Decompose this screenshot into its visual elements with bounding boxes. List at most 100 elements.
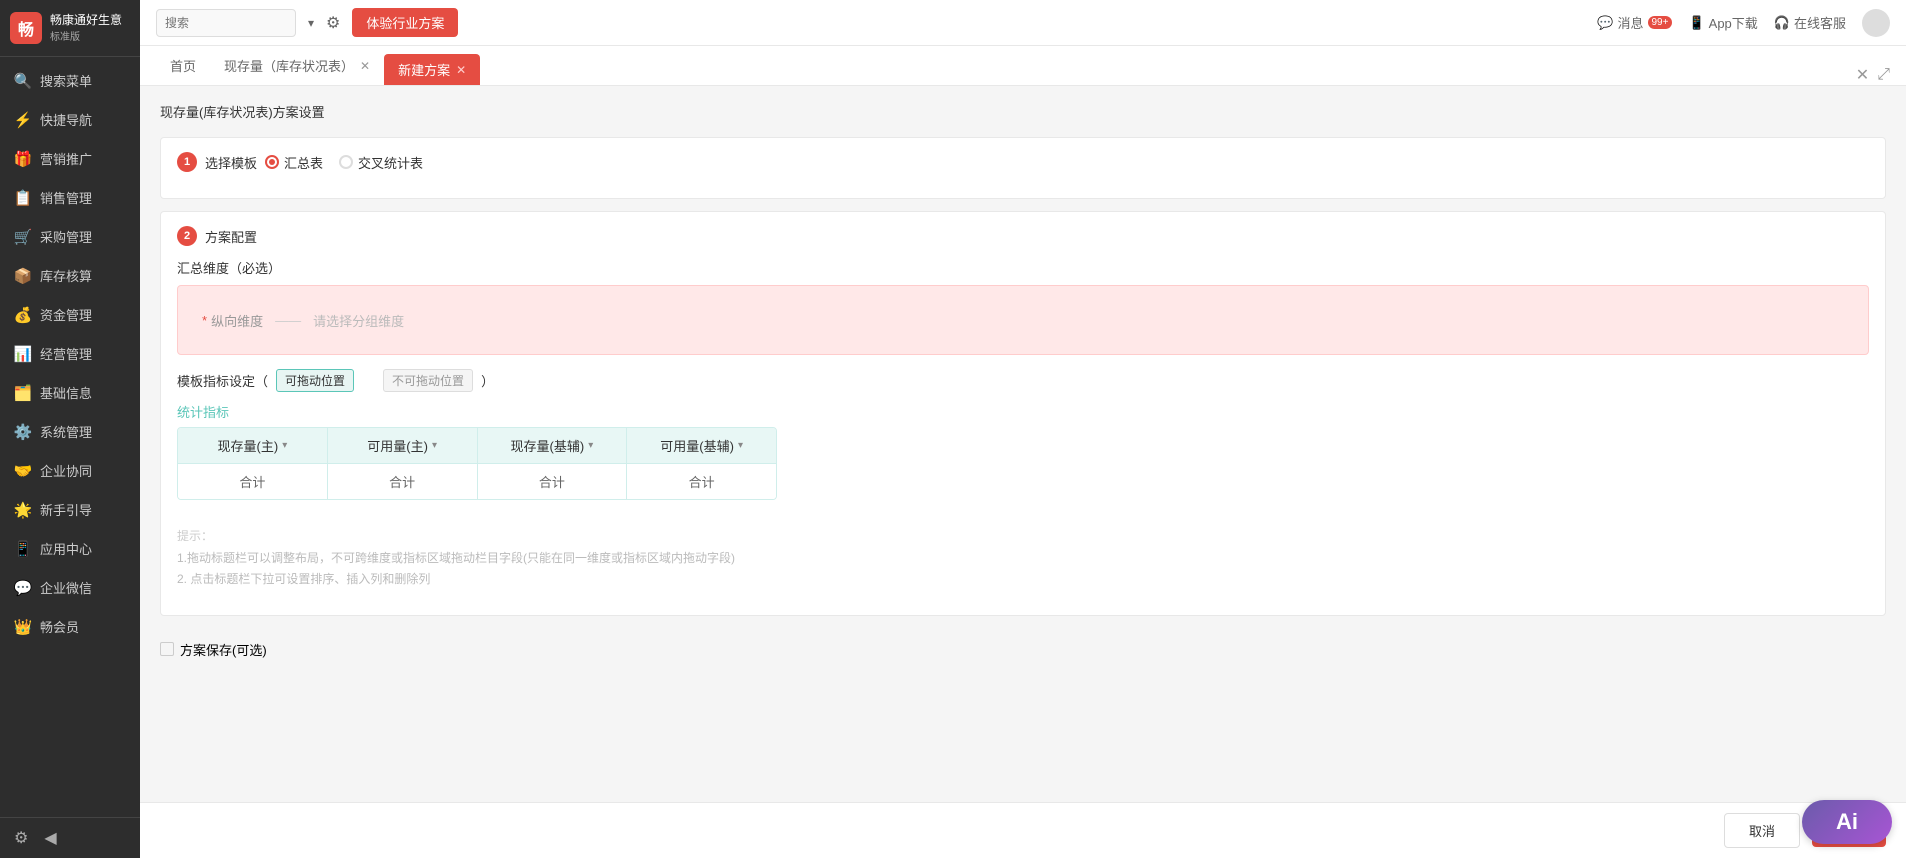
new-guide-icon: 🌟 [14, 501, 32, 519]
online-service-button[interactable]: 🎧 在线客服 [1774, 13, 1846, 32]
step1-title: 选择模板 [205, 153, 257, 172]
tab-new-scheme[interactable]: 新建方案 ✕ [384, 54, 480, 85]
tip-item-1: 2. 点击标题栏下拉可设置排序、插入列和删除列 [177, 569, 1869, 591]
volume-bottom-icon[interactable]: ◀ [44, 828, 56, 848]
draggable-badge: 可拖动位置 [276, 369, 354, 392]
save-row: 方案保存(可选) [160, 628, 1886, 671]
radio-cross-dot [339, 155, 353, 169]
tab-inventory-status[interactable]: 现存量（库存状况表） ✕ [210, 48, 384, 85]
window-close-icon[interactable]: ✕ [1856, 65, 1869, 85]
messages-button[interactable]: 💬 消息 99+ [1597, 13, 1672, 32]
phone-icon: 📱 [1688, 15, 1704, 31]
gear-icon[interactable]: ⚙ [326, 13, 340, 33]
tab-inventory-status-label: 现存量（库存状况表） [224, 56, 354, 75]
indicator-label-prefix: 模板指标设定（ [177, 371, 268, 390]
tab-home-label: 首页 [170, 56, 196, 75]
sidebar-item-finance[interactable]: 💰 资金管理 [0, 295, 140, 334]
sidebar-item-new-guide[interactable]: 🌟 新手引导 [0, 490, 140, 529]
messages-label: 消息 [1617, 13, 1643, 32]
tabs-bar: 首页 现存量（库存状况表） ✕ 新建方案 ✕ ✕ ⤢ [140, 46, 1906, 86]
dimension-area[interactable]: * 纵向维度 —— 请选择分组维度 [177, 285, 1869, 355]
user-avatar[interactable] [1862, 9, 1890, 37]
step1-section: 1 选择模板 汇总表 交叉统计表 [160, 137, 1886, 199]
page-content: 现存量(库存状况表)方案设置 1 选择模板 汇总表 交叉统计表 [140, 86, 1906, 802]
stats-cell-3: 合计 [627, 464, 776, 499]
sidebar-item-label: 经营管理 [40, 344, 92, 363]
sidebar-item-basic-info[interactable]: 🗂️ 基础信息 [0, 373, 140, 412]
stats-col-3[interactable]: 可用量(基辅) ▾ [627, 428, 776, 463]
trial-button[interactable]: 体验行业方案 [352, 8, 458, 37]
sidebar-item-system[interactable]: ⚙️ 系统管理 [0, 412, 140, 451]
sidebar-item-label: 系统管理 [40, 422, 92, 441]
step1-header: 1 选择模板 汇总表 交叉统计表 [177, 152, 1869, 172]
tip-item-0: 1.拖动标题栏可以调整布局，不可跨维度或指标区域拖动栏目字段(只能在同一维度或指… [177, 548, 1869, 570]
headset-icon: 🎧 [1774, 15, 1790, 31]
app-download-button[interactable]: 📱 App下载 [1688, 13, 1757, 32]
membership-icon: 👑 [14, 618, 32, 636]
sidebar-item-marketing[interactable]: 🎁 营销推广 [0, 139, 140, 178]
search-input[interactable] [156, 9, 296, 37]
sidebar-item-label: 搜索菜单 [40, 71, 92, 90]
tips-section: 提示： 1.拖动标题栏可以调整布局，不可跨维度或指标区域拖动栏目字段(只能在同一… [177, 516, 1869, 601]
stats-cell-2: 合计 [478, 464, 628, 499]
marketing-icon: 🎁 [14, 150, 32, 168]
sidebar-item-label: 资金管理 [40, 305, 92, 324]
bottom-bar: 取消 查询 [140, 802, 1906, 858]
sidebar-item-purchase[interactable]: 🛒 采购管理 [0, 217, 140, 256]
summary-dimension-label: 汇总维度（必选） [177, 258, 1869, 277]
main-area: ▾ ⚙ 体验行业方案 💬 消息 99+ 📱 App下载 🎧 在线客服 首页 [140, 0, 1906, 858]
sidebar-item-label: 企业微信 [40, 578, 92, 597]
dimension-required-mark: * [202, 313, 207, 328]
cancel-button[interactable]: 取消 [1724, 813, 1800, 848]
sidebar-item-wechat[interactable]: 💬 企业微信 [0, 568, 140, 607]
sidebar-item-label: 快捷导航 [40, 110, 92, 129]
online-service-label: 在线客服 [1794, 13, 1846, 32]
sidebar-item-membership[interactable]: 👑 畅会员 [0, 607, 140, 646]
sidebar-item-cooperation[interactable]: 🤝 企业协同 [0, 451, 140, 490]
purchase-icon: 🛒 [14, 228, 32, 246]
tips-prefix: 提示： [177, 529, 213, 543]
sidebar-item-inventory[interactable]: 📦 库存核算 [0, 256, 140, 295]
col0-chevron-icon: ▾ [282, 440, 287, 451]
col3-chevron-icon: ▾ [738, 440, 743, 451]
basic-info-icon: 🗂️ [14, 384, 32, 402]
topbar-dropdown[interactable]: ▾ [308, 16, 314, 30]
radio-summary-dot [265, 155, 279, 169]
stats-col-1[interactable]: 可用量(主) ▾ [328, 428, 478, 463]
quick-nav-icon: ⚡ [14, 111, 32, 129]
sidebar-bottom: ⚙ ◀ [0, 817, 140, 858]
window-expand-icon[interactable]: ⤢ [1877, 66, 1890, 84]
stats-col-2[interactable]: 现存量(基辅) ▾ [478, 428, 628, 463]
sidebar-item-label: 新手引导 [40, 500, 92, 519]
sidebar-item-search-menu[interactable]: 🔍 搜索菜单 [0, 61, 140, 100]
save-scheme-checkbox[interactable] [160, 642, 174, 656]
settings-bottom-icon[interactable]: ⚙ [14, 828, 28, 848]
sidebar-item-sales[interactable]: 📋 销售管理 [0, 178, 140, 217]
sidebar-item-label: 基础信息 [40, 383, 92, 402]
search-menu-icon: 🔍 [14, 72, 32, 90]
dimension-placeholder: 请选择分组维度 [313, 311, 404, 330]
ai-bubble[interactable]: Ai [1802, 800, 1892, 844]
system-icon: ⚙️ [14, 423, 32, 441]
sidebar-item-app-center[interactable]: 📱 应用中心 [0, 529, 140, 568]
sidebar-item-quick-nav[interactable]: ⚡ 快捷导航 [0, 100, 140, 139]
messages-badge: 99+ [1648, 16, 1673, 29]
tab-new-scheme-label: 新建方案 [398, 60, 450, 79]
stats-col-0[interactable]: 现存量(主) ▾ [178, 428, 328, 463]
topbar-right: 💬 消息 99+ 📱 App下载 🎧 在线客服 [1597, 9, 1890, 37]
stats-col-1-label: 可用量(主) [367, 436, 428, 455]
stats-col-2-label: 现存量(基辅) [511, 436, 585, 455]
step2-section: 2 方案配置 汇总维度（必选） * 纵向维度 —— 请选择分组维度 模板指标设定… [160, 211, 1886, 616]
stats-cell-0: 合计 [178, 464, 328, 499]
window-controls: ✕ ⤢ [1856, 65, 1890, 85]
tab-inventory-status-close-icon[interactable]: ✕ [360, 59, 370, 73]
dropdown-chevron-icon: ▾ [308, 16, 314, 30]
message-icon: 💬 [1597, 15, 1613, 31]
tab-new-scheme-close-icon[interactable]: ✕ [456, 63, 466, 77]
sales-icon: 📋 [14, 189, 32, 207]
sidebar-item-operations[interactable]: 📊 经营管理 [0, 334, 140, 373]
tab-home[interactable]: 首页 [156, 48, 210, 85]
radio-summary[interactable]: 汇总表 [265, 153, 323, 172]
stats-cell-1: 合计 [328, 464, 478, 499]
radio-cross[interactable]: 交叉统计表 [339, 153, 423, 172]
